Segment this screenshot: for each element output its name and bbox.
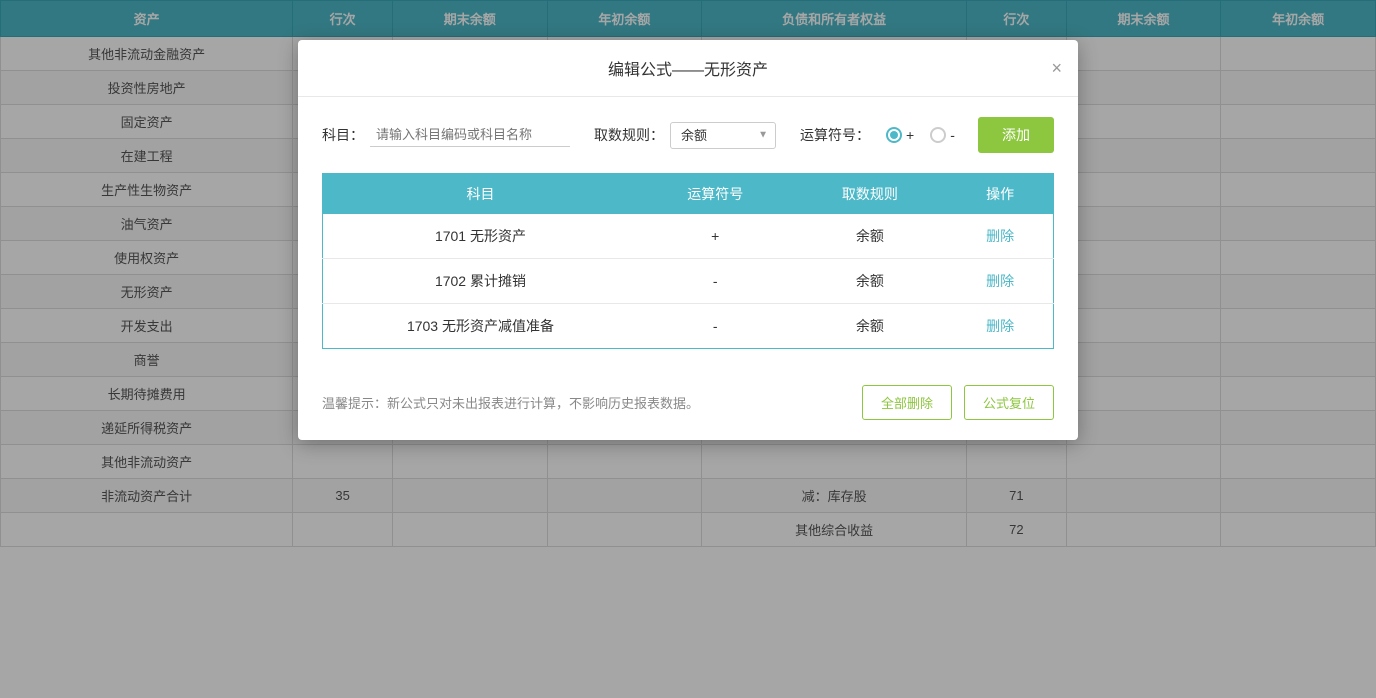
form-row: 科目： 取数规则： 余额 借方余额 贷方余额 借方发生额 贷方发生额 ▼ xyxy=(322,117,1054,153)
row1-subject: 1701 无形资产 xyxy=(323,214,638,259)
operator-section: 运算符号： + - xyxy=(800,125,955,145)
delete-all-button[interactable]: 全部删除 xyxy=(862,385,952,420)
reset-formula-button[interactable]: 公式复位 xyxy=(964,385,1054,420)
modal-footer: 温馨提示：新公式只对未出报表进行计算，不影响历史报表数据。 全部删除 公式复位 xyxy=(298,369,1078,440)
modal-body: 科目： 取数规则： 余额 借方余额 贷方余额 借方发生额 贷方发生额 ▼ xyxy=(298,97,1078,369)
footer-hint: 温馨提示：新公式只对未出报表进行计算，不影响历史报表数据。 xyxy=(322,393,699,412)
radio-plus[interactable]: + xyxy=(886,127,914,143)
footer-buttons: 全部删除 公式复位 xyxy=(862,385,1054,420)
table-row: 1703 无形资产减值准备 - 余额 删除 xyxy=(323,304,1054,349)
rule-select-wrapper: 余额 借方余额 贷方余额 借方发生额 贷方发生额 ▼ xyxy=(670,122,776,149)
row1-operator: + xyxy=(638,214,793,259)
modal-overlay: 编辑公式——无形资产 × 科目： 取数规则： 余额 借方余额 贷方余额 借方发生… xyxy=(0,0,1376,698)
radio-group: + - xyxy=(886,127,955,143)
radio-plus-circle xyxy=(886,127,902,143)
row2-operator: - xyxy=(638,259,793,304)
rule-label: 取数规则： xyxy=(594,125,664,145)
row3-delete-button[interactable]: 删除 xyxy=(986,318,1014,334)
subject-input[interactable] xyxy=(370,123,570,147)
col-subject: 科目 xyxy=(323,174,638,215)
operator-label: 运算符号： xyxy=(800,125,870,145)
modal-close-button[interactable]: × xyxy=(1051,59,1062,77)
modal-title: 编辑公式——无形资产 xyxy=(608,62,768,79)
row3-action: 删除 xyxy=(947,304,1053,349)
col-operator: 运算符号 xyxy=(638,174,793,215)
row3-rule: 余额 xyxy=(793,304,948,349)
formula-table: 科目 运算符号 取数规则 操作 1701 无形资产 + 余额 删除 xyxy=(322,173,1054,349)
radio-minus-circle xyxy=(930,127,946,143)
add-button[interactable]: 添加 xyxy=(978,117,1054,153)
modal-header: 编辑公式——无形资产 × xyxy=(298,40,1078,97)
row2-subject: 1702 累计摊销 xyxy=(323,259,638,304)
rule-select[interactable]: 余额 借方余额 贷方余额 借方发生额 贷方发生额 xyxy=(670,122,776,149)
row2-rule: 余额 xyxy=(793,259,948,304)
row1-action: 删除 xyxy=(947,214,1053,259)
subject-label: 科目： xyxy=(322,125,364,145)
radio-minus[interactable]: - xyxy=(930,127,955,143)
row2-action: 删除 xyxy=(947,259,1053,304)
row1-delete-button[interactable]: 删除 xyxy=(986,228,1014,244)
col-rule: 取数规则 xyxy=(793,174,948,215)
radio-plus-label: + xyxy=(906,127,914,143)
table-row: 1701 无形资产 + 余额 删除 xyxy=(323,214,1054,259)
row3-subject: 1703 无形资产减值准备 xyxy=(323,304,638,349)
row2-delete-button[interactable]: 删除 xyxy=(986,273,1014,289)
rule-section: 取数规则： 余额 借方余额 贷方余额 借方发生额 贷方发生额 ▼ xyxy=(594,122,776,149)
table-row: 1702 累计摊销 - 余额 删除 xyxy=(323,259,1054,304)
radio-minus-label: - xyxy=(950,127,955,143)
modal-dialog: 编辑公式——无形资产 × 科目： 取数规则： 余额 借方余额 贷方余额 借方发生… xyxy=(298,40,1078,440)
table-header-row: 科目 运算符号 取数规则 操作 xyxy=(323,174,1054,215)
row3-operator: - xyxy=(638,304,793,349)
row1-rule: 余额 xyxy=(793,214,948,259)
col-action: 操作 xyxy=(947,174,1053,215)
